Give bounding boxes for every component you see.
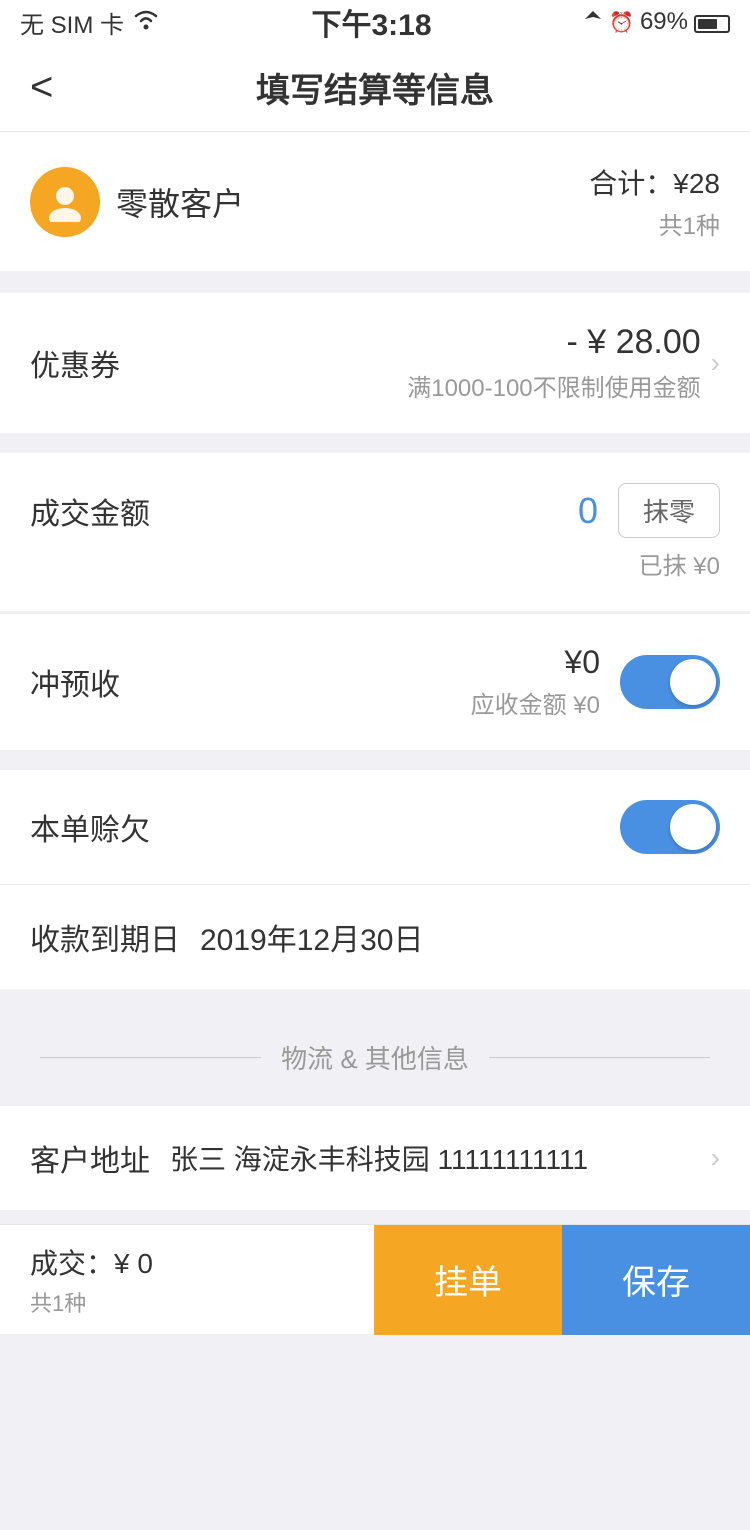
divider-4 — [0, 989, 750, 1019]
sep-line-right — [489, 1057, 710, 1058]
customer-row: 零散客户 合计：¥28 共1种 — [0, 132, 750, 271]
sep-line-left — [40, 1057, 261, 1058]
coupon-label: 优惠券 — [30, 341, 120, 385]
bottom-deal-row: 成交：¥ 0 — [30, 1242, 344, 1282]
bottom-count-label: 共1种 — [30, 1286, 344, 1318]
logistics-label: 物流 & 其他信息 — [281, 1039, 469, 1076]
avatar — [30, 167, 100, 237]
address-section[interactable]: 客户地址 张三 海淀永丰科技园 11111111111 › — [0, 1106, 750, 1210]
save-button[interactable]: 保存 — [562, 1225, 750, 1335]
customer-total: 合计：¥28 共1种 — [589, 162, 720, 241]
pending-button[interactable]: 挂单 — [374, 1225, 562, 1335]
already-deducted-label: 已抹 ¥0 — [30, 546, 720, 581]
coupon-desc: 满1000-100不限制使用金额 — [407, 368, 700, 403]
duedate-value: 2019年12月30日 — [200, 915, 423, 959]
debt-label: 本单赊欠 — [30, 805, 150, 849]
divider-5 — [0, 1096, 750, 1106]
divider-1 — [0, 273, 750, 293]
bottom-info: 成交：¥ 0 共1种 — [0, 1242, 374, 1318]
status-time: 下午3:18 — [312, 0, 432, 44]
chevron-right-icon: › — [711, 347, 720, 379]
divider-3 — [0, 750, 750, 770]
address-chevron-icon: › — [711, 1142, 720, 1174]
bottom-deal-amount: ¥ 0 — [114, 1248, 153, 1279]
prepay-right: ¥0 应收金额 ¥0 — [471, 644, 720, 720]
transaction-label: 成交金额 — [30, 489, 150, 533]
receivable-label: 应收金额 ¥0 — [471, 685, 600, 720]
coupon-amount: - ¥ 28.00 — [407, 323, 700, 362]
duedate-label: 收款到期日 — [30, 915, 180, 959]
prepay-label: 冲预收 — [30, 660, 120, 704]
carrier-label: 无 SIM 卡 — [20, 5, 124, 40]
address-value: 张三 海淀永丰科技园 11111111111 — [150, 1138, 711, 1178]
bottom-deal-label: 成交： — [30, 1248, 114, 1279]
alarm-icon: ⏰ — [609, 10, 634, 35]
logistics-separator-area: 物流 & 其他信息 — [0, 1019, 750, 1096]
toggle-circle — [670, 659, 716, 705]
coupon-right: - ¥ 28.00 满1000-100不限制使用金额 › — [407, 323, 720, 403]
back-button[interactable]: < — [30, 65, 53, 110]
location-icon — [583, 8, 603, 36]
prepay-section: 冲预收 ¥0 应收金额 ¥0 — [0, 613, 750, 750]
status-right: ⏰ 69% — [583, 8, 730, 36]
total-count-label: 共1种 — [589, 206, 720, 241]
address-label: 客户地址 — [30, 1136, 150, 1180]
round-zero-button[interactable]: 抹零 — [618, 483, 720, 538]
page-title: 填写结算等信息 — [256, 63, 494, 112]
duedate-section: 收款到期日 2019年12月30日 — [0, 884, 750, 989]
battery-icon — [694, 8, 730, 36]
nav-bar: < 填写结算等信息 — [0, 44, 750, 132]
customer-left: 零散客户 — [30, 167, 244, 237]
total-amount-label: 合计：¥28 — [589, 162, 720, 202]
debt-section: 本单赊欠 — [0, 770, 750, 884]
prepay-toggle[interactable] — [620, 655, 720, 709]
logistics-separator: 物流 & 其他信息 — [0, 1039, 750, 1076]
duedate-row: 收款到期日 2019年12月30日 — [30, 915, 720, 959]
transaction-right: 0 抹零 — [578, 483, 720, 538]
transaction-value: 0 — [578, 490, 598, 532]
debt-toggle-circle — [670, 804, 716, 850]
debt-toggle[interactable] — [620, 800, 720, 854]
prepay-amount: ¥0 — [471, 644, 600, 681]
coupon-row[interactable]: 优惠券 - ¥ 28.00 满1000-100不限制使用金额 › — [0, 293, 750, 433]
status-left: 无 SIM 卡 — [20, 5, 160, 40]
customer-name: 零散客户 — [116, 179, 244, 225]
status-bar: 无 SIM 卡 下午3:18 ⏰ 69% — [0, 0, 750, 44]
transaction-row: 成交金额 0 抹零 — [30, 483, 720, 538]
prepay-value-block: ¥0 应收金额 ¥0 — [471, 644, 600, 720]
bottom-bar: 成交：¥ 0 共1种 挂单 保存 — [0, 1224, 750, 1334]
prepay-row: 冲预收 ¥0 应收金额 ¥0 — [30, 644, 720, 720]
battery-percent: 69% — [640, 8, 688, 36]
transaction-section: 成交金额 0 抹零 已抹 ¥0 — [0, 453, 750, 611]
wifi-icon — [132, 8, 160, 37]
pending-button-label: 挂单 — [434, 1255, 502, 1304]
save-button-label: 保存 — [622, 1255, 690, 1304]
divider-2 — [0, 433, 750, 453]
